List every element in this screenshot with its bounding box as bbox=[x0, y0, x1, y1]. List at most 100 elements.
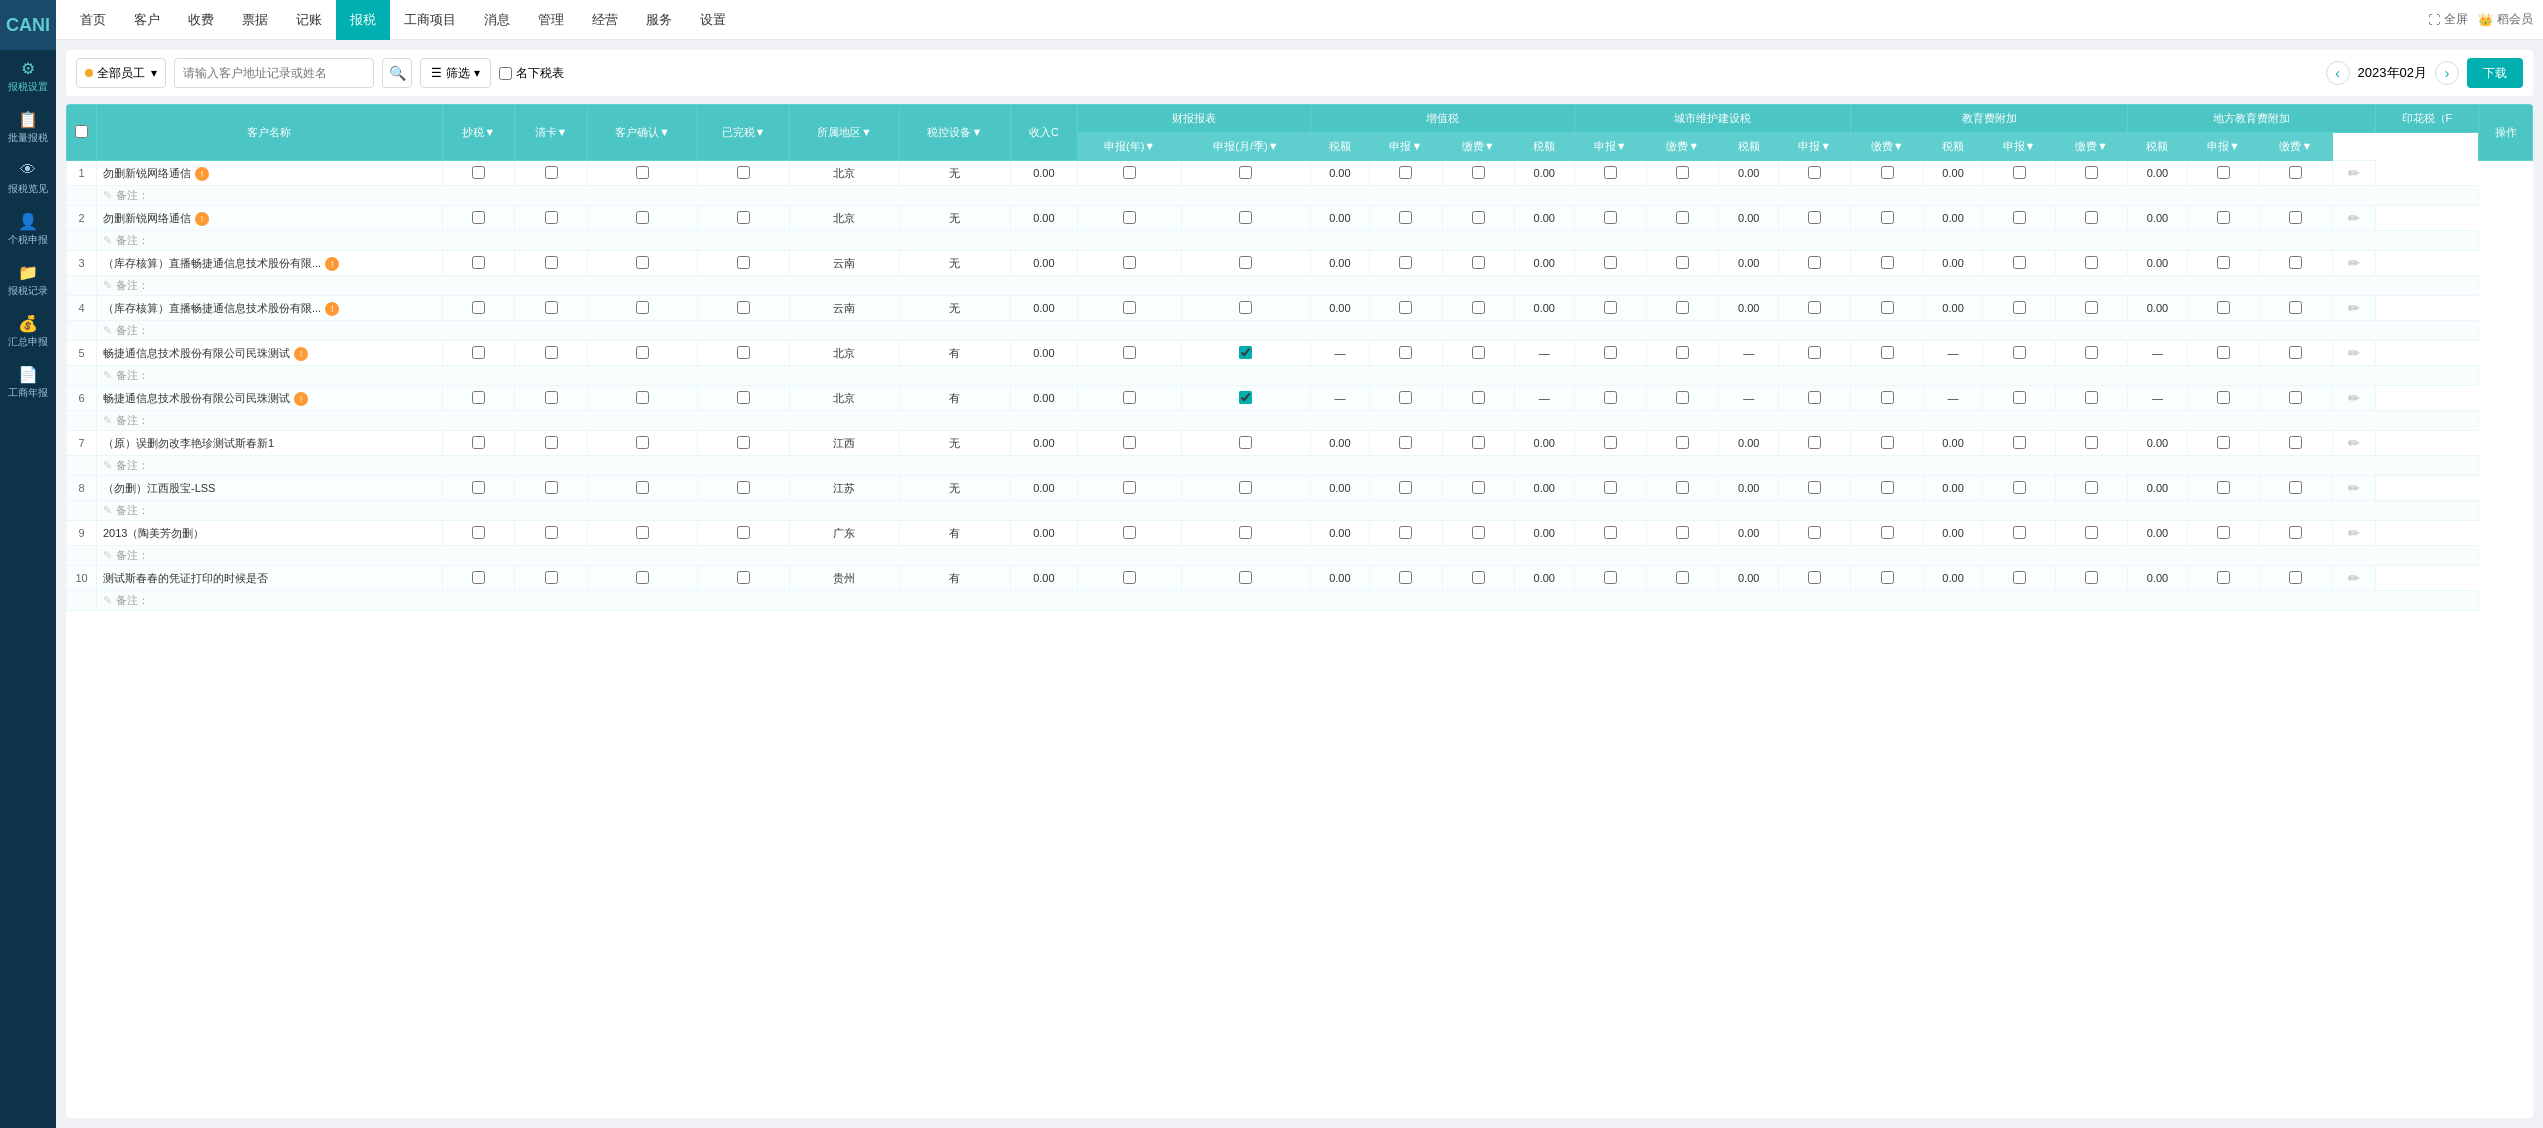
csw-jf-cell[interactable] bbox=[1646, 206, 1718, 231]
zz-jf-checkbox[interactable] bbox=[1472, 571, 1485, 584]
cb-year-checkbox[interactable] bbox=[1123, 346, 1136, 359]
queren-checkbox[interactable] bbox=[636, 436, 649, 449]
op-cell[interactable]: ✏ bbox=[2332, 476, 2375, 501]
csw-sb-cell[interactable] bbox=[1574, 476, 1646, 501]
cb-month-checkbox[interactable] bbox=[1239, 391, 1252, 404]
sidebar-item-piliang-baoshui[interactable]: 📋 批量报税 bbox=[0, 101, 56, 152]
df-jf-cell[interactable] bbox=[2055, 566, 2127, 591]
qingka-cell[interactable] bbox=[515, 251, 587, 276]
wanshui-cell[interactable] bbox=[698, 206, 789, 231]
cb-month-cell[interactable] bbox=[1182, 521, 1310, 546]
nav-home[interactable]: 首页 bbox=[66, 0, 120, 40]
next-month-button[interactable]: › bbox=[2435, 61, 2459, 85]
zz-jf-cell[interactable] bbox=[1442, 566, 1514, 591]
cb-year-checkbox[interactable] bbox=[1123, 391, 1136, 404]
df-sb-checkbox[interactable] bbox=[2013, 526, 2026, 539]
jy-sb-cell[interactable] bbox=[1778, 521, 1850, 546]
df-jf-checkbox[interactable] bbox=[2085, 166, 2098, 179]
qingka-checkbox[interactable] bbox=[545, 166, 558, 179]
wanshui-checkbox[interactable] bbox=[737, 346, 750, 359]
nav-guanli[interactable]: 管理 bbox=[524, 0, 578, 40]
jy-sb-checkbox[interactable] bbox=[1808, 166, 1821, 179]
cb-year-checkbox[interactable] bbox=[1123, 166, 1136, 179]
wanshui-checkbox[interactable] bbox=[737, 256, 750, 269]
zz-sb-checkbox[interactable] bbox=[1399, 346, 1412, 359]
cb-year-cell[interactable] bbox=[1078, 521, 1182, 546]
csw-jf-checkbox[interactable] bbox=[1676, 481, 1689, 494]
op-cell[interactable]: ✏ bbox=[2332, 341, 2375, 366]
df-sb-checkbox[interactable] bbox=[2013, 256, 2026, 269]
chaoshui-checkbox[interactable] bbox=[472, 346, 485, 359]
jy-sb-cell[interactable] bbox=[1778, 161, 1850, 186]
csw-jf-cell[interactable] bbox=[1646, 521, 1718, 546]
yh-jf-cell[interactable] bbox=[2260, 476, 2332, 501]
zz-jf-checkbox[interactable] bbox=[1472, 346, 1485, 359]
csw-sb-checkbox[interactable] bbox=[1604, 211, 1617, 224]
yh-sb-cell[interactable] bbox=[2187, 386, 2259, 411]
zz-jf-checkbox[interactable] bbox=[1472, 166, 1485, 179]
qingka-cell[interactable] bbox=[515, 431, 587, 456]
wanshui-checkbox[interactable] bbox=[737, 391, 750, 404]
jy-sb-cell[interactable] bbox=[1778, 206, 1850, 231]
wanshui-cell[interactable] bbox=[698, 251, 789, 276]
edit-icon[interactable]: ✏ bbox=[2348, 480, 2360, 496]
zz-jf-cell[interactable] bbox=[1442, 386, 1514, 411]
yh-jf-cell[interactable] bbox=[2260, 431, 2332, 456]
csw-jf-checkbox[interactable] bbox=[1676, 436, 1689, 449]
qingka-cell[interactable] bbox=[515, 206, 587, 231]
csw-sb-checkbox[interactable] bbox=[1604, 571, 1617, 584]
csw-jf-checkbox[interactable] bbox=[1676, 211, 1689, 224]
df-jf-checkbox[interactable] bbox=[2085, 436, 2098, 449]
cb-month-checkbox[interactable] bbox=[1239, 256, 1252, 269]
df-jf-cell[interactable] bbox=[2055, 521, 2127, 546]
cb-year-checkbox[interactable] bbox=[1123, 301, 1136, 314]
queren-cell[interactable] bbox=[587, 341, 697, 366]
op-cell[interactable]: ✏ bbox=[2332, 386, 2375, 411]
chaoshui-checkbox[interactable] bbox=[472, 571, 485, 584]
yh-jf-cell[interactable] bbox=[2260, 566, 2332, 591]
csw-sb-checkbox[interactable] bbox=[1604, 436, 1617, 449]
edit-icon[interactable]: ✏ bbox=[2348, 165, 2360, 181]
csw-jf-cell[interactable] bbox=[1646, 386, 1718, 411]
cb-month-checkbox[interactable] bbox=[1239, 346, 1252, 359]
qingka-cell[interactable] bbox=[515, 341, 587, 366]
zz-jf-checkbox[interactable] bbox=[1472, 256, 1485, 269]
queren-cell[interactable] bbox=[587, 386, 697, 411]
cb-month-checkbox[interactable] bbox=[1239, 526, 1252, 539]
csw-sb-checkbox[interactable] bbox=[1604, 256, 1617, 269]
nav-customer[interactable]: 客户 bbox=[120, 0, 174, 40]
csw-jf-cell[interactable] bbox=[1646, 161, 1718, 186]
csw-sb-cell[interactable] bbox=[1574, 386, 1646, 411]
yh-jf-checkbox[interactable] bbox=[2289, 571, 2302, 584]
df-jf-cell[interactable] bbox=[2055, 251, 2127, 276]
chaoshui-cell[interactable] bbox=[442, 161, 514, 186]
jy-jf-cell[interactable] bbox=[1851, 251, 1923, 276]
csw-sb-cell[interactable] bbox=[1574, 251, 1646, 276]
zz-sb-cell[interactable] bbox=[1370, 206, 1442, 231]
qingka-cell[interactable] bbox=[515, 296, 587, 321]
jy-sb-checkbox[interactable] bbox=[1808, 571, 1821, 584]
csw-sb-checkbox[interactable] bbox=[1604, 301, 1617, 314]
note-cell[interactable]: ✎ 备注： bbox=[97, 276, 2479, 296]
cb-year-checkbox[interactable] bbox=[1123, 436, 1136, 449]
yh-sb-checkbox[interactable] bbox=[2217, 256, 2230, 269]
csw-jf-checkbox[interactable] bbox=[1676, 166, 1689, 179]
wanshui-checkbox[interactable] bbox=[737, 211, 750, 224]
cb-month-cell[interactable] bbox=[1182, 476, 1310, 501]
note-cell[interactable]: ✎ 备注： bbox=[97, 231, 2479, 251]
zz-jf-checkbox[interactable] bbox=[1472, 481, 1485, 494]
zz-jf-checkbox[interactable] bbox=[1472, 391, 1485, 404]
nav-shoufei[interactable]: 收费 bbox=[174, 0, 228, 40]
chaoshui-cell[interactable] bbox=[442, 206, 514, 231]
csw-sb-checkbox[interactable] bbox=[1604, 481, 1617, 494]
member-btn[interactable]: 👑 稻会员 bbox=[2478, 11, 2533, 28]
jy-sb-cell[interactable] bbox=[1778, 566, 1850, 591]
search-button[interactable]: 🔍 bbox=[382, 58, 412, 88]
nav-shezhi[interactable]: 设置 bbox=[686, 0, 740, 40]
yh-jf-cell[interactable] bbox=[2260, 386, 2332, 411]
yh-sb-cell[interactable] bbox=[2187, 341, 2259, 366]
queren-cell[interactable] bbox=[587, 431, 697, 456]
chaoshui-checkbox[interactable] bbox=[472, 301, 485, 314]
queren-checkbox[interactable] bbox=[636, 346, 649, 359]
nav-fuwu[interactable]: 服务 bbox=[632, 0, 686, 40]
